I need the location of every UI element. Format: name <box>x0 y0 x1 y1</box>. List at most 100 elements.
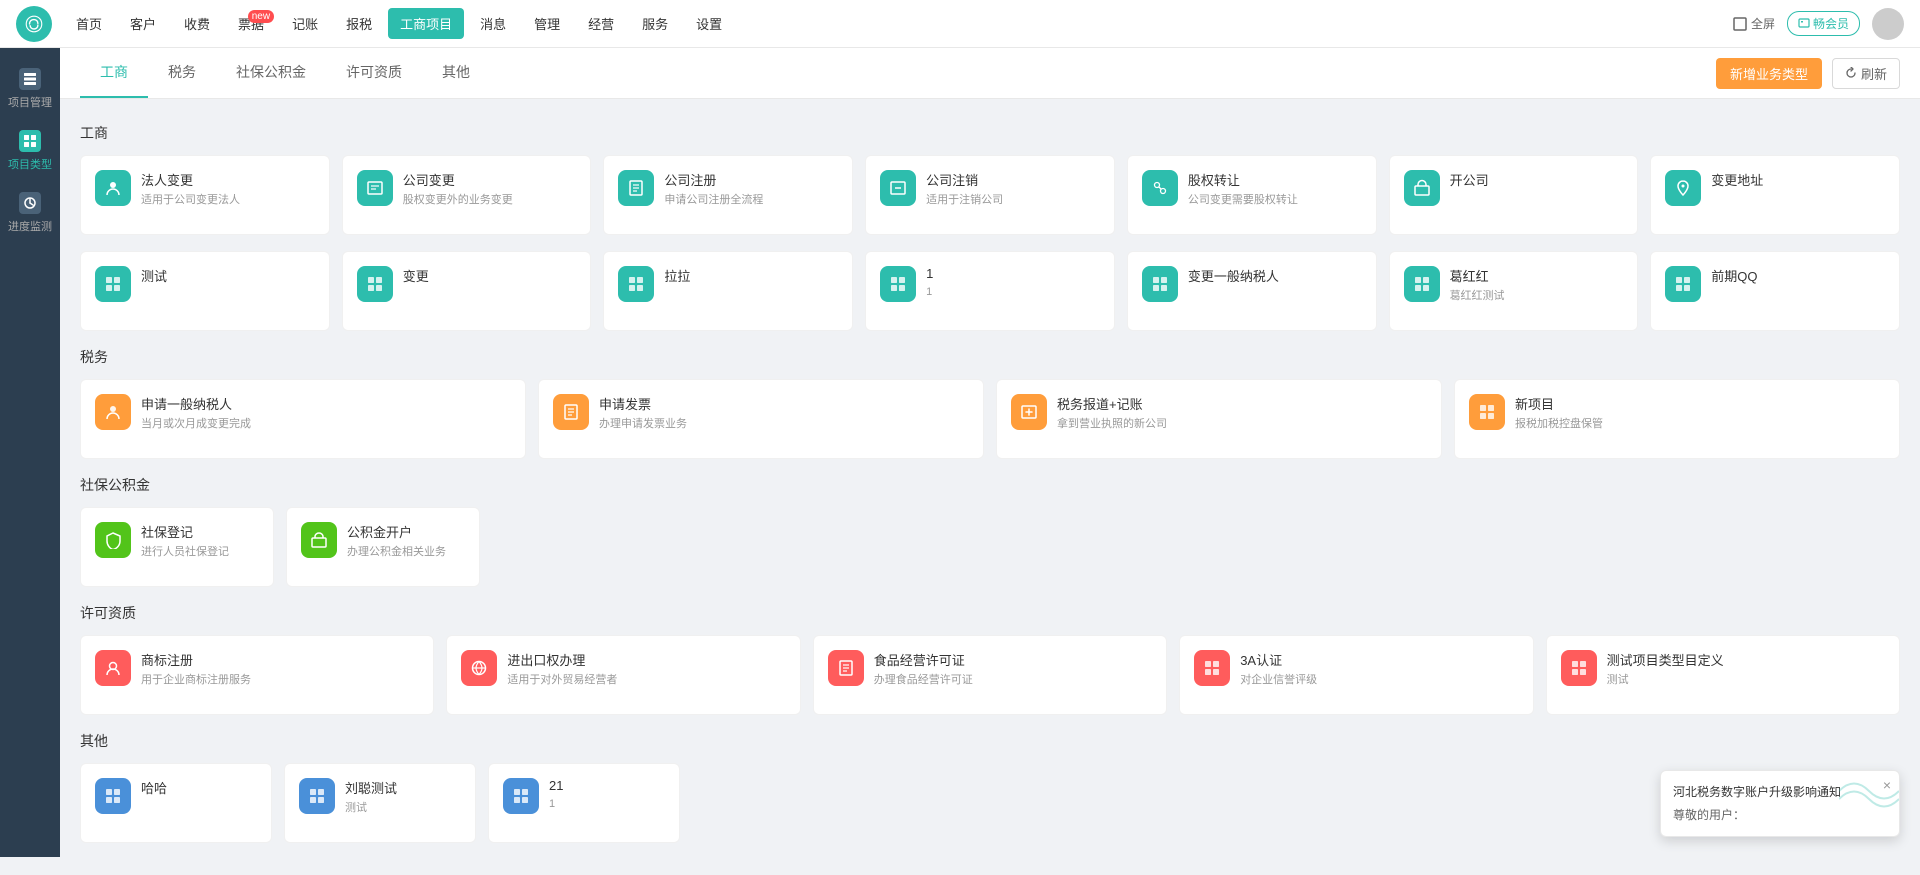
sidebar-item-project-type[interactable]: 项目类型 <box>0 120 60 182</box>
fapiao-icon <box>553 394 589 430</box>
main-content: 工商 税务 社保公积金 许可资质 其他 新增业务类型 刷新 工商 <box>60 48 1920 875</box>
biangeng-納稅-icon <box>1142 266 1178 302</box>
fullscreen-btn[interactable]: 全屏 <box>1733 15 1775 32</box>
card-shebao-dengji[interactable]: 社保登记 进行人员社保登记 <box>80 507 274 587</box>
qianqi-qq-icon <box>1665 266 1701 302</box>
card-shangbiao[interactable]: 商标注册 用于企业商标注册服务 <box>80 635 434 715</box>
content-area: 工商 法人变更 适用于公司变更法人 公司变更 股权变更外的业务变更 <box>60 99 1920 875</box>
card-qianqi-qq[interactable]: 前期QQ <box>1650 251 1900 331</box>
card-lala[interactable]: 拉拉 <box>603 251 853 331</box>
nav-service[interactable]: 服务 <box>630 8 680 39</box>
card-liucong[interactable]: 刘聪测试 测试 <box>284 763 476 843</box>
project-type-icon <box>19 130 41 152</box>
kai-gongsi-icon <box>1404 170 1440 206</box>
card-shuiwu-jizh[interactable]: 税务报道+记账 拿到营业执照的新公司 <box>996 379 1442 459</box>
nav-right: 全屏 畅会员 <box>1733 8 1904 40</box>
refresh-button[interactable]: 刷新 <box>1832 58 1900 89</box>
biangeng-icon <box>357 266 393 302</box>
tab-qita[interactable]: 其他 <box>422 48 490 98</box>
card-shipin[interactable]: 食品经营许可证 办理食品经营许可证 <box>813 635 1167 715</box>
shipin-icon <box>828 650 864 686</box>
tab-shuiwu[interactable]: 税务 <box>148 48 216 98</box>
section-qita-title: 其他 <box>80 731 1900 751</box>
card-kai-gongsi[interactable]: 开公司 <box>1389 155 1639 235</box>
ceshi-type-icon <box>1561 650 1597 686</box>
card-shenqing-nàshuì[interactable]: 申请一般纳税人 当月或次月成变更完成 <box>80 379 526 459</box>
card-21[interactable]: 21 1 <box>488 763 680 843</box>
biangeng-dizhi-icon <box>1665 170 1701 206</box>
new-badge: new <box>248 10 274 23</box>
user-avatar[interactable] <box>1872 8 1904 40</box>
card-ceshi-type[interactable]: 测试项目类型目定义 测试 <box>1546 635 1900 715</box>
jinchukou-icon <box>461 650 497 686</box>
sidebar-item-project-management[interactable]: 项目管理 <box>0 58 60 120</box>
card-biangeng-納稅[interactable]: 变更一般纳税人 <box>1127 251 1377 331</box>
lala-icon <box>618 266 654 302</box>
gongsi-biangeng-icon <box>357 170 393 206</box>
nav-ticket[interactable]: 票据 new <box>226 8 276 39</box>
shebao-cards: 社保登记 进行人员社保登记 公积金开户 办理公积金相关业务 <box>80 507 480 587</box>
card-guquan[interactable]: 股权转让 公司变更需要股权转让 <box>1127 155 1377 235</box>
nav-customer[interactable]: 客户 <box>118 8 168 39</box>
section-gongshang-title: 工商 <box>80 123 1900 143</box>
card-3a[interactable]: 3A认证 对企业信誉评级 <box>1179 635 1533 715</box>
tabs: 工商 税务 社保公积金 许可资质 其他 <box>80 48 490 98</box>
gongsi-zhuxiao-icon <box>880 170 916 206</box>
tab-gongshang[interactable]: 工商 <box>80 48 148 98</box>
tabs-bar: 工商 税务 社保公积金 许可资质 其他 新增业务类型 刷新 <box>60 48 1920 99</box>
nav-items: 首页 客户 收费 票据 new 记账 报税 工商项目 消息 管理 经营 服务 设… <box>64 8 1733 39</box>
card1-icon <box>880 266 916 302</box>
new-type-button[interactable]: 新增业务类型 <box>1716 58 1822 89</box>
gongshang-row2: 测试 变更 拉拉 <box>80 251 1900 331</box>
card-faziren[interactable]: 法人变更 适用于公司变更法人 <box>80 155 330 235</box>
card-biangeng[interactable]: 变更 <box>342 251 592 331</box>
tab-xuke[interactable]: 许可资质 <box>326 48 422 98</box>
nav-settings[interactable]: 设置 <box>684 8 734 39</box>
nav-home[interactable]: 首页 <box>64 8 114 39</box>
3a-icon <box>1194 650 1230 686</box>
sidebar-label-type: 项目类型 <box>8 156 52 172</box>
nav-tax[interactable]: 报税 <box>334 8 384 39</box>
sidebar-label-progress: 进度监测 <box>8 218 52 234</box>
card-jinchukou[interactable]: 进出口权办理 适用于对外贸易经营者 <box>446 635 800 715</box>
qita-cards: 哈哈 刘聪测试 测试 21 1 <box>80 763 680 843</box>
card-ceshi[interactable]: 测试 <box>80 251 330 331</box>
gehonghong-icon <box>1404 266 1440 302</box>
section-shuiwu-title: 税务 <box>80 347 1900 367</box>
ceshi-icon <box>95 266 131 302</box>
card-shenqing-fapiao[interactable]: 申请发票 办理申请发票业务 <box>538 379 984 459</box>
card-gongsi-biangeng[interactable]: 公司变更 股权变更外的业务变更 <box>342 155 592 235</box>
card-haha[interactable]: 哈哈 <box>80 763 272 843</box>
xuke-cards: 商标注册 用于企业商标注册服务 进出口权办理 适用于对外贸易经营者 食品经营 <box>80 635 1900 715</box>
sidebar-item-progress[interactable]: 进度监测 <box>0 182 60 244</box>
app-logo <box>16 6 52 42</box>
sidebar-label-project: 项目管理 <box>8 94 52 110</box>
nav-message[interactable]: 消息 <box>468 8 518 39</box>
nav-operation[interactable]: 经营 <box>576 8 626 39</box>
tab-shebao[interactable]: 社保公积金 <box>216 48 326 98</box>
shuiwu-jizh-icon <box>1011 394 1047 430</box>
member-button[interactable]: 畅会员 <box>1787 11 1860 37</box>
card-xin-xiangmu[interactable]: 新项目 报税加税控盘保管 <box>1454 379 1900 459</box>
nav-bookkeeping[interactable]: 记账 <box>280 8 330 39</box>
notification-wave-decor <box>1839 771 1899 811</box>
haha-icon <box>95 778 131 814</box>
notification-popup: × 河北税务数字账户升级影响通知 尊敬的用户： <box>1660 770 1900 837</box>
faziren-icon <box>95 170 131 206</box>
tabs-actions: 新增业务类型 刷新 <box>1716 58 1900 89</box>
card-gongsi-zhuce[interactable]: 公司注册 申请公司注册全流程 <box>603 155 853 235</box>
shangbiao-icon <box>95 650 131 686</box>
top-nav: 首页 客户 收费 票据 new 记账 报税 工商项目 消息 管理 经营 服务 设… <box>0 0 1920 48</box>
xin-xiangmu-icon <box>1469 394 1505 430</box>
card-gongjijin[interactable]: 公积金开户 办理公积金相关业务 <box>286 507 480 587</box>
nav-fee[interactable]: 收费 <box>172 8 222 39</box>
nav-manage[interactable]: 管理 <box>522 8 572 39</box>
nav-business[interactable]: 工商项目 <box>388 8 464 39</box>
21-icon <box>503 778 539 814</box>
card-gongsi-zhuxiao[interactable]: 公司注销 适用于注销公司 <box>865 155 1115 235</box>
section-xuke-title: 许可资质 <box>80 603 1900 623</box>
card-gehonghong[interactable]: 葛红红 葛红红测试 <box>1389 251 1639 331</box>
card-1[interactable]: 1 1 <box>865 251 1115 331</box>
card-biangeng-dizhi[interactable]: 变更地址 <box>1650 155 1900 235</box>
project-management-icon <box>19 68 41 90</box>
